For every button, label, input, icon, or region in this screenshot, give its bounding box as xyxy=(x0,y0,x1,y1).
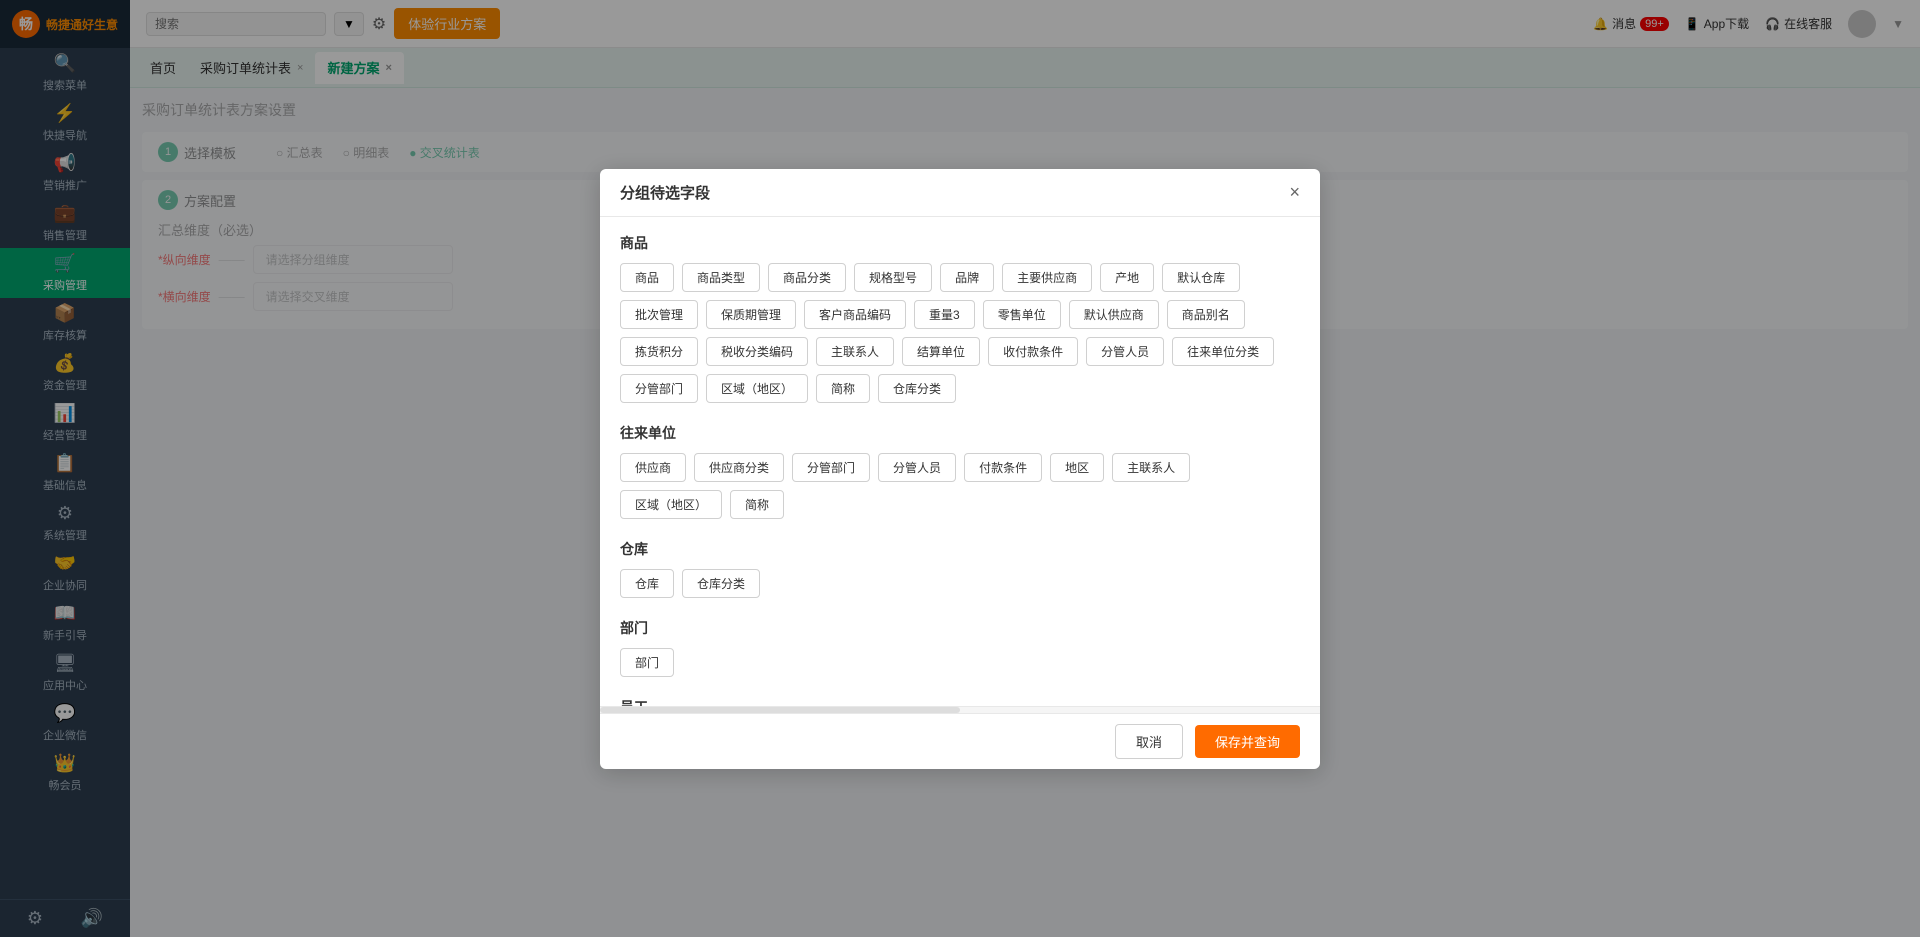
field-tags-partner: 供应商供应商分类分管部门分管人员付款条件地区主联系人区域（地区） 简称 xyxy=(620,453,1300,519)
field-tag-partner-6[interactable]: 主联系人 xyxy=(1112,453,1190,482)
field-tag-partner-5[interactable]: 地区 xyxy=(1050,453,1104,482)
field-section-warehouse: 仓库仓库仓库分类 xyxy=(620,539,1300,598)
field-tag-product-4[interactable]: 品牌 xyxy=(940,263,994,292)
field-tag-product-6[interactable]: 产地 xyxy=(1100,263,1154,292)
field-tag-product-5[interactable]: 主要供应商 xyxy=(1002,263,1092,292)
horizontal-scrollbar[interactable] xyxy=(600,706,1320,712)
field-tag-warehouse-0[interactable]: 仓库 xyxy=(620,569,674,598)
field-tag-product-17[interactable]: 主联系人 xyxy=(816,337,894,366)
field-tags-warehouse: 仓库仓库分类 xyxy=(620,569,1300,598)
field-tags-product: 商品商品类型商品分类规格型号品牌主要供应商产地默认仓库批次管理保质期管理客户商品… xyxy=(620,263,1300,403)
field-tag-product-19[interactable]: 收付款条件 xyxy=(988,337,1078,366)
field-tag-product-18[interactable]: 结算单位 xyxy=(902,337,980,366)
section-title-partner: 往来单位 xyxy=(620,423,1300,443)
modal-close-button[interactable]: × xyxy=(1289,182,1300,203)
field-tag-product-25[interactable]: 仓库分类 xyxy=(878,374,956,403)
field-tag-product-1[interactable]: 商品类型 xyxy=(682,263,760,292)
field-tag-product-24[interactable]: 简称 xyxy=(816,374,870,403)
cancel-button[interactable]: 取消 xyxy=(1115,724,1183,759)
field-tag-department-0[interactable]: 部门 xyxy=(620,648,674,677)
field-tag-product-12[interactable]: 零售单位 xyxy=(983,300,1061,329)
field-tag-partner-4[interactable]: 付款条件 xyxy=(964,453,1042,482)
section-title-department: 部门 xyxy=(620,618,1300,638)
field-tag-partner-3[interactable]: 分管人员 xyxy=(878,453,956,482)
modal-dialog: 分组待选字段 × 商品商品商品类型商品分类规格型号品牌主要供应商产地默认仓库批次… xyxy=(600,169,1320,769)
field-tag-product-15[interactable]: 拣货积分 xyxy=(620,337,698,366)
field-tag-product-7[interactable]: 默认仓库 xyxy=(1162,263,1240,292)
field-section-product: 商品商品商品类型商品分类规格型号品牌主要供应商产地默认仓库批次管理保质期管理客户… xyxy=(620,233,1300,403)
field-section-partner: 往来单位供应商供应商分类分管部门分管人员付款条件地区主联系人区域（地区） 简称 xyxy=(620,423,1300,519)
field-section-employee: 员工业务员 xyxy=(620,697,1300,707)
modal-title: 分组待选字段 xyxy=(620,182,710,203)
section-title-warehouse: 仓库 xyxy=(620,539,1300,559)
field-tag-product-11[interactable]: 重量3 xyxy=(914,300,975,329)
section-title-employee: 员工 xyxy=(620,697,1300,707)
field-tag-product-10[interactable]: 客户商品编码 xyxy=(804,300,906,329)
modal-footer: 取消 保存并查询 xyxy=(600,713,1320,769)
modal-header: 分组待选字段 × xyxy=(600,169,1320,217)
confirm-button[interactable]: 保存并查询 xyxy=(1195,725,1300,758)
field-tag-product-0[interactable]: 商品 xyxy=(620,263,674,292)
field-tag-product-2[interactable]: 商品分类 xyxy=(768,263,846,292)
field-section-department: 部门部门 xyxy=(620,618,1300,677)
field-tag-partner-1[interactable]: 供应商分类 xyxy=(694,453,784,482)
field-tag-product-21[interactable]: 往来单位分类 xyxy=(1172,337,1274,366)
field-tag-product-13[interactable]: 默认供应商 xyxy=(1069,300,1159,329)
modal-body: 商品商品商品类型商品分类规格型号品牌主要供应商产地默认仓库批次管理保质期管理客户… xyxy=(600,217,1320,707)
field-tags-department: 部门 xyxy=(620,648,1300,677)
field-tag-partner-0[interactable]: 供应商 xyxy=(620,453,686,482)
field-tag-partner-2[interactable]: 分管部门 xyxy=(792,453,870,482)
field-tag-partner-7[interactable]: 区域（地区） xyxy=(620,490,722,519)
modal-overlay: 分组待选字段 × 商品商品商品类型商品分类规格型号品牌主要供应商产地默认仓库批次… xyxy=(0,0,1920,937)
field-tag-product-16[interactable]: 税收分类编码 xyxy=(706,337,808,366)
section-title-product: 商品 xyxy=(620,233,1300,253)
field-tag-partner-8[interactable]: 简称 xyxy=(730,490,784,519)
field-tag-product-8[interactable]: 批次管理 xyxy=(620,300,698,329)
field-tag-product-20[interactable]: 分管人员 xyxy=(1086,337,1164,366)
field-tag-product-3[interactable]: 规格型号 xyxy=(854,263,932,292)
field-tag-warehouse-1[interactable]: 仓库分类 xyxy=(682,569,760,598)
field-tag-product-9[interactable]: 保质期管理 xyxy=(706,300,796,329)
field-tag-product-23[interactable]: 区域（地区） xyxy=(706,374,808,403)
field-tag-product-14[interactable]: 商品别名 xyxy=(1167,300,1245,329)
field-tag-product-22[interactable]: 分管部门 xyxy=(620,374,698,403)
